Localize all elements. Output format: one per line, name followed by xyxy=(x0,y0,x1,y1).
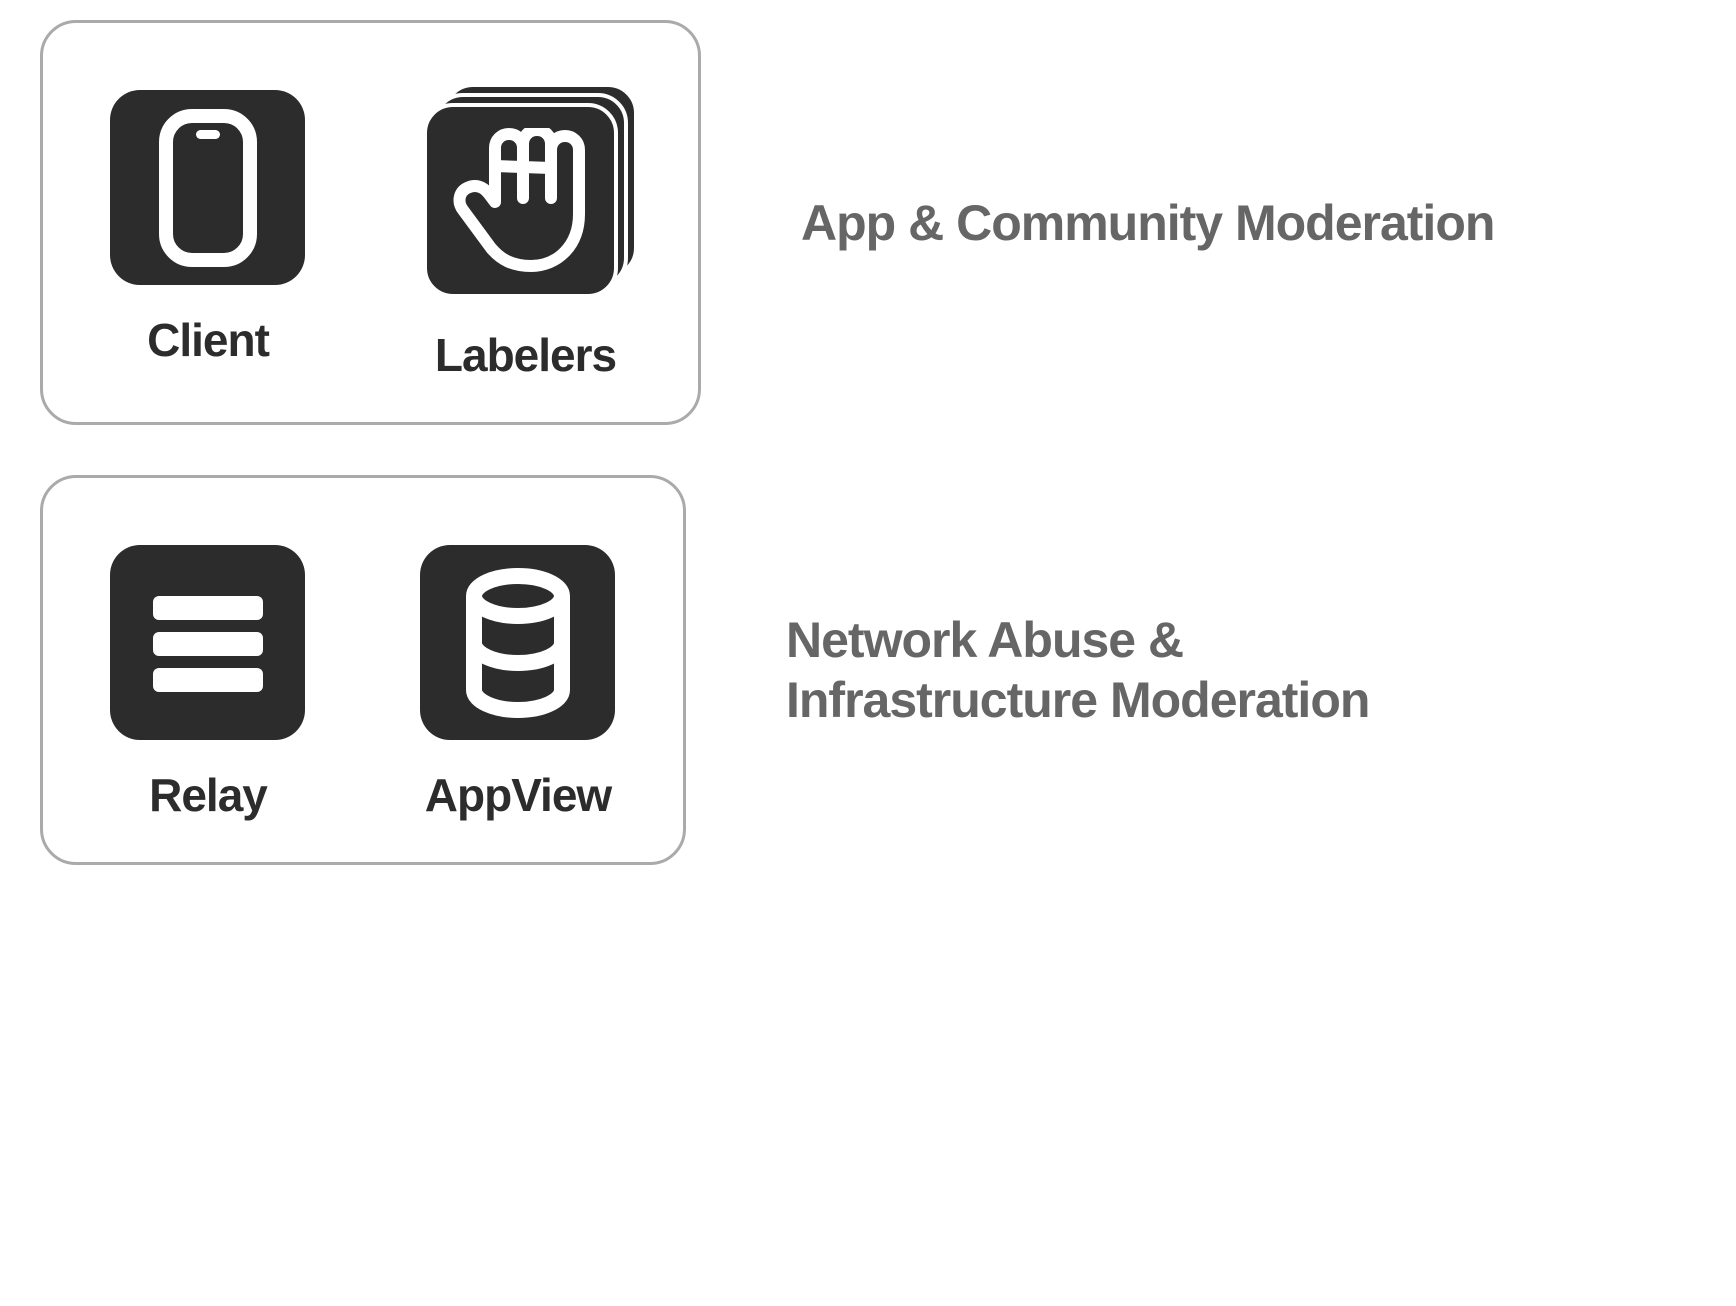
panel-bottom: Relay AppView xyxy=(40,475,686,865)
database-icon xyxy=(458,568,578,718)
tile-bg xyxy=(110,90,305,285)
node-client-label: Client xyxy=(147,313,269,367)
row-app-community: Client Labelers App & Community Moderati… xyxy=(20,20,1716,425)
tile-appview xyxy=(413,538,623,748)
node-appview: AppView xyxy=(413,538,623,822)
node-relay: Relay xyxy=(103,538,313,822)
tile-bg xyxy=(420,545,615,740)
node-relay-label: Relay xyxy=(149,768,267,822)
row-network-infra: Relay AppView Network Abuse & Infrastruc… xyxy=(20,475,1716,865)
stack-front xyxy=(423,103,618,298)
phone-icon xyxy=(158,108,258,268)
node-labelers: Labelers xyxy=(413,83,638,382)
node-client: Client xyxy=(103,83,313,382)
row-title-top: App & Community Moderation xyxy=(801,193,1494,253)
tile-relay xyxy=(103,538,313,748)
tile-client xyxy=(103,83,313,293)
node-appview-label: AppView xyxy=(425,768,611,822)
row-title-bottom: Network Abuse & Infrastructure Moderatio… xyxy=(786,610,1486,730)
bars-icon xyxy=(143,578,273,708)
panel-top: Client Labelers xyxy=(40,20,701,425)
node-labelers-label: Labelers xyxy=(435,328,616,382)
hand-icon xyxy=(453,128,588,273)
tile-bg xyxy=(110,545,305,740)
tile-labelers-stack xyxy=(413,83,638,308)
